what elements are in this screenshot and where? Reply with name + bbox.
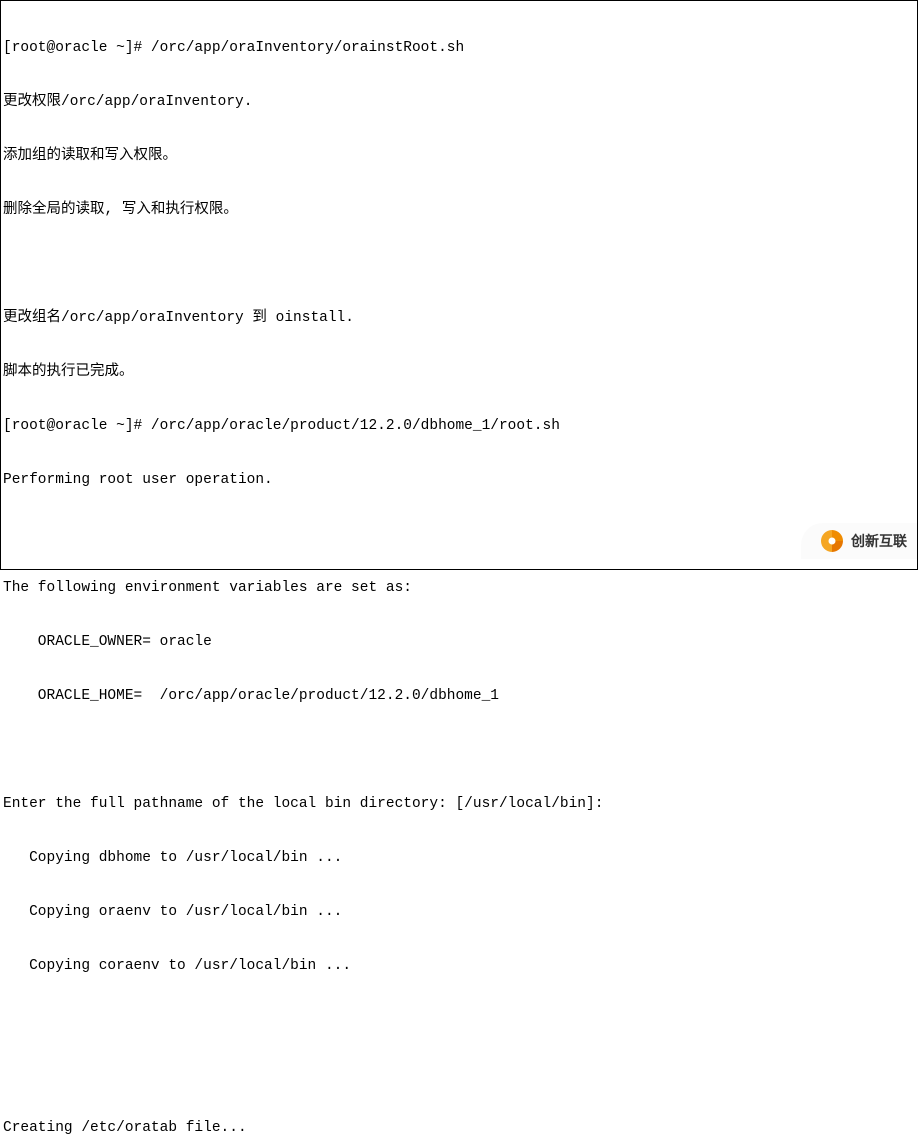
terminal-line — [3, 1011, 915, 1029]
terminal-line: Copying coraenv to /usr/local/bin ... — [3, 957, 915, 975]
terminal-line: ORACLE_HOME= /orc/app/oracle/product/12.… — [3, 687, 915, 705]
terminal-line: Performing root user operation. — [3, 471, 915, 489]
watermark-logo-icon — [819, 528, 845, 554]
terminal-output[interactable]: [root@oracle ~]# /orc/app/oraInventory/o… — [1, 1, 917, 1140]
watermark-badge: 创新互联 — [801, 523, 917, 559]
terminal-line — [3, 1065, 915, 1083]
terminal-line: Creating /etc/oratab file... — [3, 1119, 915, 1137]
terminal-line: ORACLE_OWNER= oracle — [3, 633, 915, 651]
terminal-line: 添加组的读取和写入权限。 — [3, 147, 915, 165]
terminal-line — [3, 255, 915, 273]
terminal-line: 更改权限/orc/app/oraInventory. — [3, 93, 915, 111]
terminal-line: The following environment variables are … — [3, 579, 915, 597]
terminal-line: [root@oracle ~]# /orc/app/oracle/product… — [3, 417, 915, 435]
watermark-text: 创新互联 — [851, 532, 907, 550]
terminal-line: 脚本的执行已完成。 — [3, 363, 915, 381]
terminal-line: [root@oracle ~]# /orc/app/oraInventory/o… — [3, 39, 915, 57]
terminal-line: 删除全局的读取, 写入和执行权限。 — [3, 201, 915, 219]
terminal-line: Copying dbhome to /usr/local/bin ... — [3, 849, 915, 867]
terminal-line — [3, 741, 915, 759]
terminal-line: Copying oraenv to /usr/local/bin ... — [3, 903, 915, 921]
terminal-line: 更改组名/orc/app/oraInventory 到 oinstall. — [3, 309, 915, 327]
terminal-line: Enter the full pathname of the local bin… — [3, 795, 915, 813]
terminal-line — [3, 525, 915, 543]
